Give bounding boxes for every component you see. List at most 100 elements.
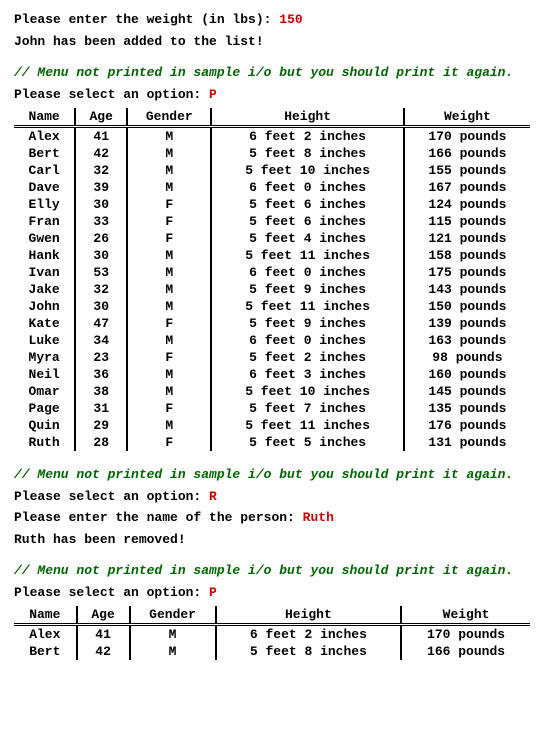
weight-prompt-line: Please enter the weight (in lbs): 150: [14, 10, 530, 30]
table-cell: Omar: [14, 383, 75, 400]
menu-comment-2: // Menu not printed in sample i/o but yo…: [14, 465, 530, 485]
table-cell: 176 pounds: [404, 417, 530, 434]
table-cell: M: [127, 281, 211, 298]
option-prompt-3-text: Please select an option:: [14, 585, 201, 600]
col-weight-1: Weight: [404, 108, 530, 125]
option-p1-value: P: [209, 87, 217, 102]
option-prompt-1-text: Please select an option:: [14, 87, 201, 102]
table-row: Bert42M5 feet 8 inches166 pounds: [14, 643, 530, 660]
table-cell: 5 feet 11 inches: [211, 298, 403, 315]
option-prompt-line-1: Please select an option: P: [14, 85, 530, 105]
table2-header-row: Name Age Gender Height Weight: [14, 606, 530, 623]
table-cell: Neil: [14, 366, 75, 383]
table-cell: Quin: [14, 417, 75, 434]
table-cell: F: [127, 434, 211, 451]
table-cell: 98 pounds: [404, 349, 530, 366]
table-cell: 167 pounds: [404, 179, 530, 196]
table-row: Neil36M6 feet 3 inches160 pounds: [14, 366, 530, 383]
table-cell: Elly: [14, 196, 75, 213]
table-cell: 121 pounds: [404, 230, 530, 247]
table2-body: Alex41M6 feet 2 inches170 poundsBert42M5…: [14, 626, 530, 660]
table-cell: Myra: [14, 349, 75, 366]
table-row: Page31F5 feet 7 inches135 pounds: [14, 400, 530, 417]
table-row: Quin29M5 feet 11 inches176 pounds: [14, 417, 530, 434]
name-prompt-text: Please enter the name of the person:: [14, 510, 295, 525]
table-cell: 5 feet 11 inches: [211, 417, 403, 434]
table-cell: 5 feet 5 inches: [211, 434, 403, 451]
table-cell: Hank: [14, 247, 75, 264]
table-cell: 39: [75, 179, 127, 196]
table-cell: 53: [75, 264, 127, 281]
table-cell: 135 pounds: [404, 400, 530, 417]
table-cell: F: [127, 230, 211, 247]
table-cell: M: [127, 417, 211, 434]
table-cell: Bert: [14, 145, 75, 162]
table-cell: 5 feet 6 inches: [211, 213, 403, 230]
table-cell: M: [127, 128, 211, 145]
table-row: Kate47F5 feet 9 inches139 pounds: [14, 315, 530, 332]
table-cell: Luke: [14, 332, 75, 349]
removed-message: Ruth has been removed!: [14, 530, 530, 550]
col-name-1: Name: [14, 108, 75, 125]
table-cell: 155 pounds: [404, 162, 530, 179]
col-age-1: Age: [75, 108, 127, 125]
col-name-2: Name: [14, 606, 77, 623]
table-cell: 6 feet 0 inches: [211, 179, 403, 196]
table-cell: M: [130, 626, 216, 643]
table1-header-row: Name Age Gender Height Weight: [14, 108, 530, 125]
col-weight-2: Weight: [401, 606, 530, 623]
table-cell: F: [127, 315, 211, 332]
table-cell: M: [130, 643, 216, 660]
col-age-2: Age: [77, 606, 130, 623]
table-row: Myra23F5 feet 2 inches98 pounds: [14, 349, 530, 366]
table-cell: 42: [75, 145, 127, 162]
table-cell: 143 pounds: [404, 281, 530, 298]
weight-prompt-text: Please enter the weight (in lbs):: [14, 12, 271, 27]
table-cell: M: [127, 145, 211, 162]
table-row: Bert42M5 feet 8 inches166 pounds: [14, 145, 530, 162]
table1-body: Alex41M6 feet 2 inches170 poundsBert42M5…: [14, 128, 530, 451]
menu-comment-1: // Menu not printed in sample i/o but yo…: [14, 63, 530, 83]
table-cell: 145 pounds: [404, 383, 530, 400]
table-cell: 41: [77, 626, 130, 643]
option-p2-value: P: [209, 585, 217, 600]
menu-comment-3: // Menu not printed in sample i/o but yo…: [14, 561, 530, 581]
option-r-value: R: [209, 489, 217, 504]
table-cell: 47: [75, 315, 127, 332]
table-cell: 6 feet 0 inches: [211, 264, 403, 281]
table-cell: M: [127, 179, 211, 196]
table-cell: 160 pounds: [404, 366, 530, 383]
added-message: John has been added to the list!: [14, 32, 530, 52]
table-cell: 5 feet 8 inches: [211, 145, 403, 162]
table-cell: Bert: [14, 643, 77, 660]
table-cell: Fran: [14, 213, 75, 230]
table-cell: 131 pounds: [404, 434, 530, 451]
data-table-1: Name Age Gender Height Weight Alex41M6 f…: [14, 108, 530, 451]
table-cell: 36: [75, 366, 127, 383]
name-value: Ruth: [303, 510, 334, 525]
table-cell: 5 feet 2 inches: [211, 349, 403, 366]
table-cell: Ruth: [14, 434, 75, 451]
table-cell: 5 feet 9 inches: [211, 315, 403, 332]
table-row: Hank30M5 feet 11 inches158 pounds: [14, 247, 530, 264]
table-cell: M: [127, 366, 211, 383]
table-cell: M: [127, 383, 211, 400]
table-cell: 23: [75, 349, 127, 366]
table-cell: 170 pounds: [404, 128, 530, 145]
table-cell: Carl: [14, 162, 75, 179]
table-cell: 33: [75, 213, 127, 230]
table-cell: Ivan: [14, 264, 75, 281]
table-row: Carl32M5 feet 10 inches155 pounds: [14, 162, 530, 179]
weight-value: 150: [279, 12, 302, 27]
table-row: Gwen26F5 feet 4 inches121 pounds: [14, 230, 530, 247]
table-cell: Alex: [14, 128, 75, 145]
table-row: Elly30F5 feet 6 inches124 pounds: [14, 196, 530, 213]
table-cell: 175 pounds: [404, 264, 530, 281]
table-cell: F: [127, 196, 211, 213]
table-cell: M: [127, 332, 211, 349]
table-cell: 41: [75, 128, 127, 145]
table-cell: 6 feet 0 inches: [211, 332, 403, 349]
table-cell: 32: [75, 162, 127, 179]
table-cell: 29: [75, 417, 127, 434]
table-cell: 38: [75, 383, 127, 400]
